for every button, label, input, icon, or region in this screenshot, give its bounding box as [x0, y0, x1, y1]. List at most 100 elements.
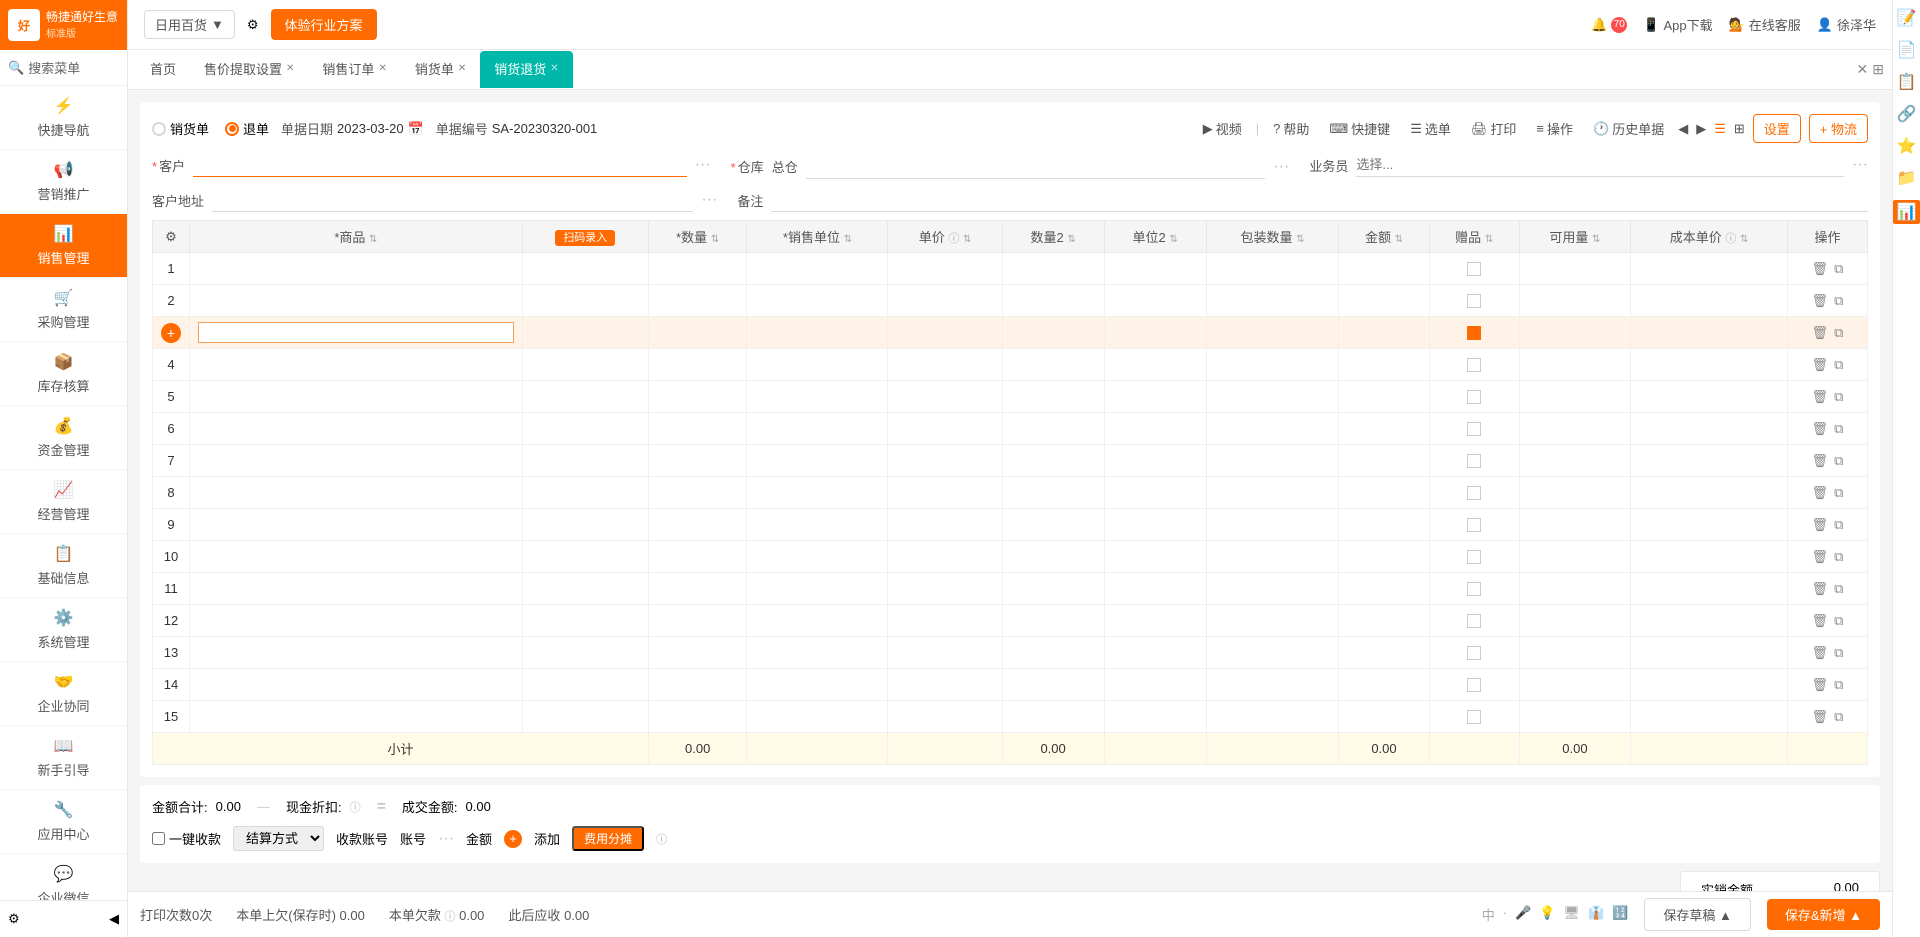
unit-price-cell[interactable]: [888, 413, 1002, 445]
gift-checkbox[interactable]: [1467, 294, 1481, 308]
available-cell[interactable]: [1519, 381, 1630, 413]
delete-icon[interactable]: 🗑: [1812, 325, 1829, 341]
notes-input[interactable]: [771, 188, 1868, 212]
gift-cell[interactable]: [1429, 477, 1519, 509]
setting-button[interactable]: 设置: [1753, 114, 1801, 143]
sidebar-search[interactable]: 🔍 搜索菜单: [0, 50, 127, 86]
gift-checkbox[interactable]: [1467, 486, 1481, 500]
unit-price-cell[interactable]: [888, 509, 1002, 541]
gift-cell[interactable]: [1429, 413, 1519, 445]
amount-cell[interactable]: [1339, 477, 1429, 509]
tool-icon-4[interactable]: 💡: [1539, 905, 1555, 924]
sidebar-item-operations[interactable]: 📈 经营管理: [0, 470, 127, 534]
gift-checkbox[interactable]: [1467, 518, 1481, 532]
pack-quantity-cell[interactable]: [1206, 605, 1339, 637]
pack-quantity-cell[interactable]: [1206, 349, 1339, 381]
scan-button[interactable]: 扫码录入: [555, 230, 615, 246]
quantity2-cell[interactable]: [1002, 701, 1104, 733]
add-button[interactable]: +: [504, 830, 522, 848]
amount-cell[interactable]: [1339, 541, 1429, 573]
help-btn[interactable]: ? 帮助: [1267, 117, 1315, 140]
sidebar-item-system[interactable]: ⚙️ 系统管理: [0, 598, 127, 662]
customer-input[interactable]: [193, 153, 687, 177]
sales-unit-cell[interactable]: [747, 573, 888, 605]
user-area[interactable]: 👤 徐泽华: [1817, 15, 1876, 34]
amount-cell[interactable]: [1339, 285, 1429, 317]
unit-price-cell[interactable]: [888, 349, 1002, 381]
product-cell[interactable]: [190, 701, 523, 733]
unit-price-cell[interactable]: [888, 285, 1002, 317]
sidebar-item-apps[interactable]: 🔧 应用中心: [0, 790, 127, 854]
available-cell[interactable]: [1519, 637, 1630, 669]
unit-price-cell[interactable]: [888, 477, 1002, 509]
payment-checkbox[interactable]: [152, 832, 165, 845]
quantity-cell[interactable]: [648, 605, 746, 637]
col-gear[interactable]: ⚙: [153, 221, 190, 253]
copy-icon[interactable]: ⧉: [1834, 549, 1843, 565]
product-cell[interactable]: [190, 605, 523, 637]
unit2-cell[interactable]: [1104, 413, 1206, 445]
industry-selector[interactable]: 日用百货 ▼: [144, 10, 235, 39]
gift-cell[interactable]: [1429, 381, 1519, 413]
product-cell[interactable]: [190, 381, 523, 413]
copy-icon[interactable]: ⧉: [1834, 517, 1843, 533]
sales-unit-cell[interactable]: [747, 317, 888, 349]
unit2-cell[interactable]: [1104, 509, 1206, 541]
salesperson-input[interactable]: [1356, 153, 1844, 177]
delete-icon[interactable]: 🗑: [1812, 293, 1829, 309]
quantity-cell[interactable]: [648, 349, 746, 381]
operations-btn[interactable]: ≡ 操作: [1530, 117, 1579, 140]
gift-cell[interactable]: [1429, 509, 1519, 541]
tool-icon-7[interactable]: 🔢: [1612, 905, 1628, 924]
tab-close-icon[interactable]: ✕: [378, 63, 386, 74]
unit-price-cell[interactable]: [888, 605, 1002, 637]
unit2-cell[interactable]: [1104, 381, 1206, 413]
available-cell[interactable]: [1519, 605, 1630, 637]
copy-icon[interactable]: ⧉: [1834, 485, 1843, 501]
available-cell[interactable]: [1519, 253, 1630, 285]
sidebar-item-enterprise[interactable]: 🤝 企业协同: [0, 662, 127, 726]
gift-cell[interactable]: [1429, 701, 1519, 733]
delete-icon[interactable]: 🗑: [1812, 549, 1829, 565]
sales-unit-cell[interactable]: [747, 285, 888, 317]
right-icon-3[interactable]: 📋: [1897, 72, 1917, 92]
quantity2-cell[interactable]: [1002, 669, 1104, 701]
add-logistics-button[interactable]: + 物流: [1809, 114, 1868, 143]
radio-return[interactable]: 退单: [225, 119, 269, 138]
tab-sales-delivery[interactable]: 销货单 ✕: [401, 51, 480, 88]
copy-icon[interactable]: ⧉: [1834, 677, 1843, 693]
quantity2-cell[interactable]: [1002, 349, 1104, 381]
product-cell[interactable]: [190, 573, 523, 605]
sales-unit-cell[interactable]: [747, 477, 888, 509]
product-cell[interactable]: [190, 509, 523, 541]
settlement-select[interactable]: 结算方式: [233, 826, 324, 851]
salesperson-picker-icon[interactable]: ···: [1852, 156, 1868, 174]
radio-sales[interactable]: 销货单: [152, 119, 209, 138]
unit2-cell[interactable]: [1104, 669, 1206, 701]
unit2-cell[interactable]: [1104, 349, 1206, 381]
cost-price-cell[interactable]: [1631, 477, 1788, 509]
unit-price-cell[interactable]: [888, 253, 1002, 285]
product-cell[interactable]: [190, 253, 523, 285]
pack-quantity-cell[interactable]: [1206, 541, 1339, 573]
sidebar-item-basics[interactable]: 📋 基础信息: [0, 534, 127, 598]
cost-price-cell[interactable]: [1631, 701, 1788, 733]
quantity-cell[interactable]: [648, 509, 746, 541]
shortcut-btn[interactable]: ⌨ 快捷键: [1323, 117, 1396, 140]
cost-price-cell[interactable]: [1631, 413, 1788, 445]
quantity-cell[interactable]: [648, 445, 746, 477]
video-btn[interactable]: ▶ 视频: [1197, 117, 1248, 140]
quantity2-cell[interactable]: [1002, 573, 1104, 605]
quantity2-cell[interactable]: [1002, 541, 1104, 573]
tab-home[interactable]: 首页: [136, 51, 190, 88]
pack-quantity-cell[interactable]: [1206, 573, 1339, 605]
quantity-cell[interactable]: [648, 381, 746, 413]
quantity-cell[interactable]: [648, 253, 746, 285]
settings-icon[interactable]: ⚙: [8, 911, 20, 927]
tab-menu[interactable]: ⊞: [1872, 61, 1884, 78]
sidebar-item-sales[interactable]: 📊 销售管理: [0, 214, 127, 278]
collapse-icon[interactable]: ◀: [109, 911, 119, 927]
product-cell[interactable]: [190, 669, 523, 701]
copy-icon[interactable]: ⧉: [1834, 581, 1843, 597]
save-new-button[interactable]: 保存&新增 ▲: [1767, 899, 1880, 930]
